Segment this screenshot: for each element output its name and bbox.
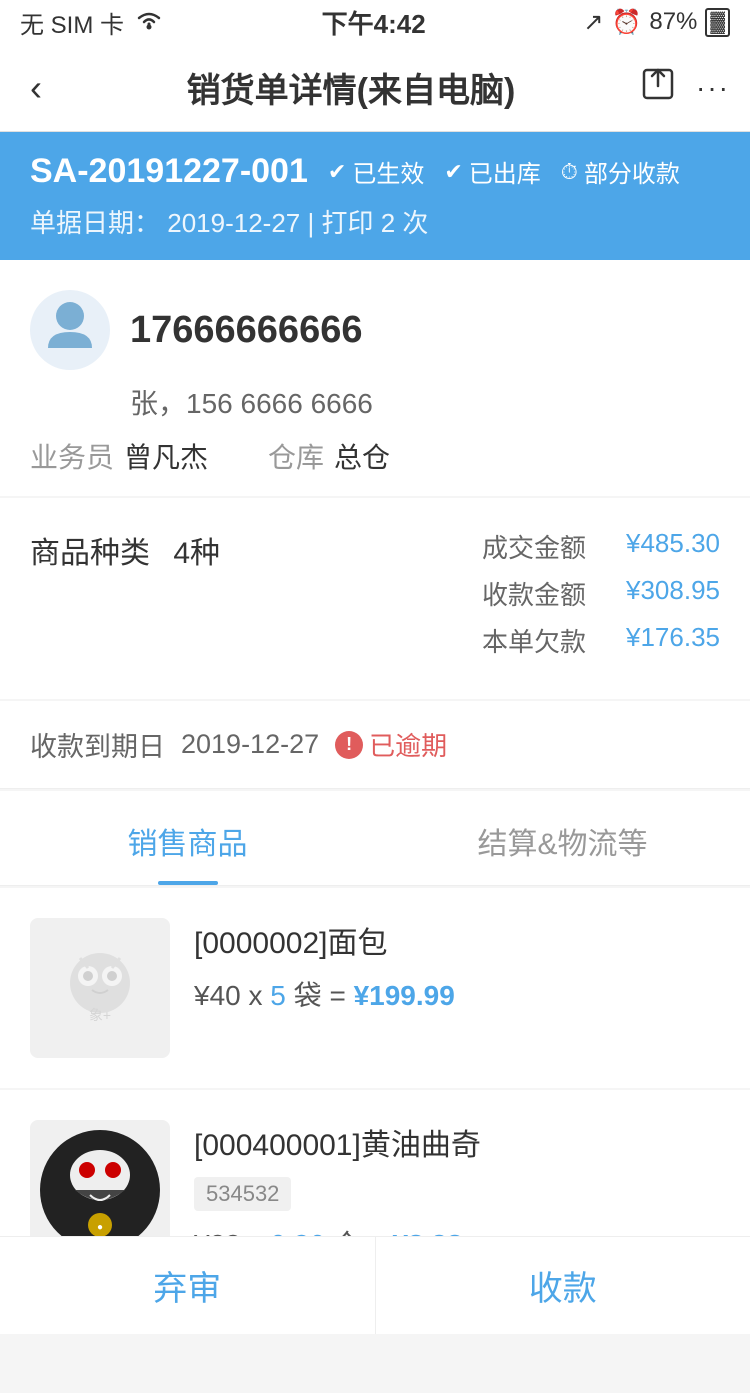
stats-section: 商品种类 4种 成交金额 ¥485.30 收款金额 ¥308.95 本单欠款 ¥… (0, 498, 750, 699)
warehouse-value: 总仓 (334, 436, 390, 476)
order-id: SA-20191227-001 (30, 152, 308, 191)
nav-actions: ··· (640, 66, 730, 110)
badge-shipped: ✔ 已出库 (444, 154, 540, 189)
due-date-section: 收款到期日 2019-12-27 ! 已逾期 (0, 701, 750, 789)
customer-meta: 业务员 曾凡杰 仓库 总仓 (30, 436, 720, 476)
check-icon-2: ✔ (444, 159, 462, 185)
user-icon (40, 294, 100, 366)
order-header-banner: SA-20191227-001 ✔ 已生效 ✔ 已出库 ⏱ 部分收款 单据日期：… (0, 132, 750, 260)
deal-value: ¥485.30 (626, 528, 720, 565)
overdue-icon: ! (335, 731, 363, 759)
print-count: 打印 2 次 (321, 208, 428, 238)
product-name-1: [0000002]面包 (194, 918, 720, 962)
received-label: 收款金额 (482, 575, 586, 612)
bottom-bar: 弃审 收款 (0, 1236, 750, 1334)
cancel-review-button[interactable]: 弃审 (0, 1237, 376, 1334)
status-time: 下午4:42 (322, 4, 426, 41)
tabs-section: 销售商品 结算&物流等 (0, 791, 750, 886)
banner-row1: SA-20191227-001 ✔ 已生效 ✔ 已出库 ⏱ 部分收款 (30, 152, 720, 191)
banner-row2: 单据日期： 2019-12-27 | 打印 2 次 (30, 203, 720, 240)
overdue-badge: ! 已逾期 (335, 726, 447, 763)
back-button[interactable]: ‹ (20, 57, 62, 119)
customer-section: 17666666666 张，156 6666 6666 业务员 曾凡杰 仓库 总… (0, 260, 750, 496)
page-title: 销货单详情(来自电脑) (62, 63, 640, 112)
warehouse-meta: 仓库 总仓 (268, 436, 390, 476)
category-value: 4种 (173, 537, 220, 570)
received-value: ¥308.95 (626, 575, 720, 612)
alarm-icon: ⏰ (611, 8, 641, 37)
owed-label: 本单欠款 (482, 622, 586, 659)
order-date: 2019-12-27 (167, 208, 300, 238)
sales-meta: 业务员 曾凡杰 (30, 436, 208, 476)
category-stat: 商品种类 4种 (30, 528, 220, 572)
tabs-row: 销售商品 结算&物流等 (0, 791, 750, 886)
customer-phone: 17666666666 (130, 309, 362, 352)
due-date-label: 收款到期日 (30, 725, 165, 764)
product-price-1: ¥40 x 5 袋 = ¥199.99 (194, 974, 720, 1014)
amount-stats: 成交金额 ¥485.30 收款金额 ¥308.95 本单欠款 ¥176.35 (482, 528, 720, 669)
list-item: 象+ [0000002]面包 ¥40 x 5 袋 = ¥199.99 (0, 888, 750, 1088)
svg-text:象+: 象+ (89, 1007, 111, 1023)
clock-icon: ⏱ (561, 159, 578, 185)
status-left: 无 SIM 卡 (20, 5, 164, 40)
owed-amount-row: 本单欠款 ¥176.35 (482, 622, 720, 659)
due-date-value: 2019-12-27 (181, 729, 319, 760)
wifi-icon (134, 8, 164, 37)
sim-status: 无 SIM 卡 (20, 5, 124, 40)
collect-button[interactable]: 收款 (376, 1237, 750, 1334)
product-qty-1: 5 (270, 980, 286, 1011)
product-name-2: [000400001]黄油曲奇 (194, 1120, 720, 1164)
status-right: ↗ ⏰ 87% ▓ (583, 8, 730, 37)
deal-amount-row: 成交金额 ¥485.30 (482, 528, 720, 565)
badge-effective: ✔ 已生效 (328, 154, 424, 189)
product-tag-2: 534532 (194, 1177, 291, 1211)
overdue-text: 已逾期 (369, 726, 447, 763)
avatar (30, 290, 110, 370)
sales-value: 曾凡杰 (124, 436, 208, 476)
product-total-1: ¥199.99 (354, 980, 455, 1011)
tab-sales-products[interactable]: 销售商品 (0, 791, 375, 885)
battery-icon: ▓ (705, 8, 730, 37)
tab-settlement[interactable]: 结算&物流等 (375, 791, 750, 885)
sales-label: 业务员 (30, 436, 114, 476)
product-image-1: 象+ (30, 918, 170, 1058)
badge-partial: ⏱ 部分收款 (561, 154, 680, 189)
deal-label: 成交金额 (482, 528, 586, 565)
share-button[interactable] (640, 66, 676, 110)
more-button[interactable]: ··· (696, 72, 730, 104)
nav-bar: ‹ 销货单详情(来自电脑) ··· (0, 44, 750, 132)
owed-value: ¥176.35 (626, 622, 720, 659)
date-label: 单据日期： (30, 208, 160, 238)
svg-text:●: ● (97, 1222, 103, 1233)
location-icon: ↗ (583, 8, 603, 37)
customer-sub-info: 张，156 6666 6666 (30, 382, 720, 422)
battery-level: 87% (649, 8, 697, 36)
warehouse-label: 仓库 (268, 436, 324, 476)
check-icon: ✔ (328, 159, 346, 185)
status-bar: 无 SIM 卡 下午4:42 ↗ ⏰ 87% ▓ (0, 0, 750, 44)
product-info-1: [0000002]面包 ¥40 x 5 袋 = ¥199.99 (194, 918, 720, 1014)
category-label: 商品种类 (30, 537, 150, 570)
customer-row: 17666666666 (30, 290, 720, 370)
received-amount-row: 收款金额 ¥308.95 (482, 575, 720, 612)
